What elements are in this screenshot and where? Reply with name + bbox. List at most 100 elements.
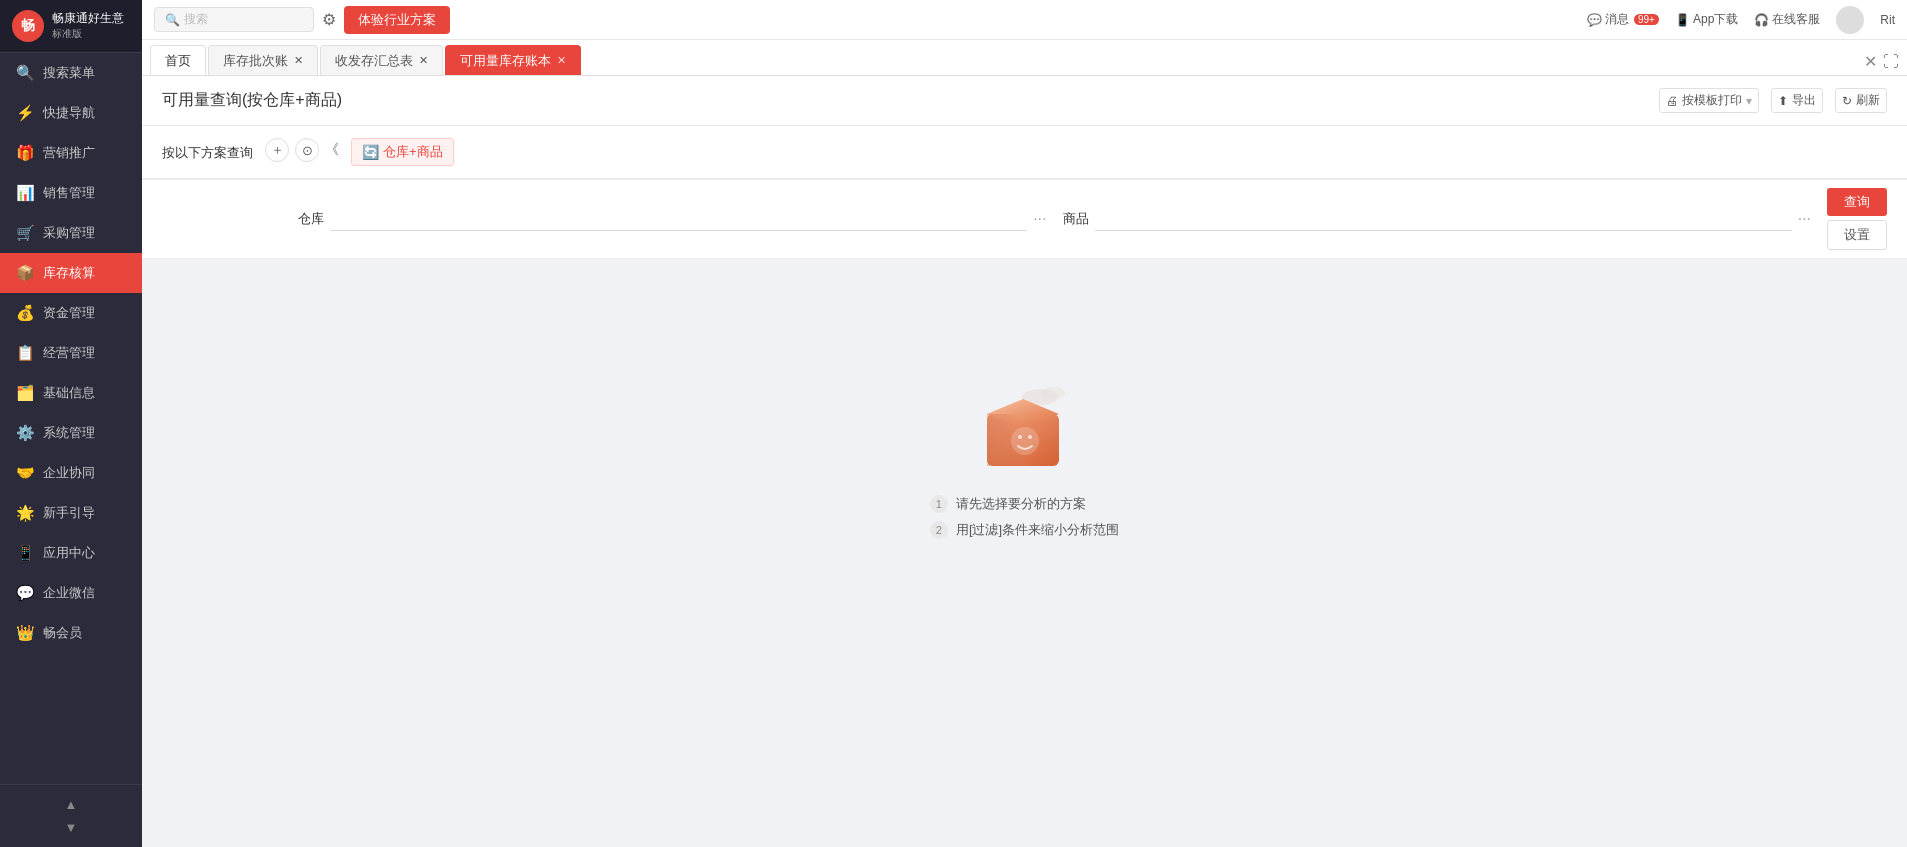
query-actions: 查询 设置 [1827, 188, 1887, 250]
sidebar-item-enterprise[interactable]: 🤝 企业协同 [0, 453, 142, 493]
topbar-actions-group: 💬 消息 99+ 📱 App下载 🎧 在线客服 Rit [1587, 6, 1895, 34]
scheme-warehouse-goods-label: 仓库+商品 [383, 143, 443, 161]
export-label: 导出 [1792, 92, 1816, 109]
tab-available-ledger-close[interactable]: ✕ [557, 54, 566, 67]
shortcut-icon: ⚡ [16, 104, 35, 122]
template-print-btn[interactable]: 🖨 按模板打印 ▾ [1659, 88, 1759, 113]
sidebar-item-member[interactable]: 👑 畅会员 [0, 613, 142, 653]
member-icon: 👑 [16, 624, 35, 642]
app-download-action[interactable]: 📱 App下载 [1675, 11, 1738, 28]
tab-home-label: 首页 [165, 52, 191, 70]
add-scheme-btn[interactable]: ＋ [265, 138, 289, 162]
search-menu-icon: 🔍 [16, 64, 35, 82]
warehouse-more-btn[interactable]: ··· [1033, 210, 1046, 228]
sidebar-item-label-search: 搜索菜单 [43, 64, 95, 82]
svg-point-7 [1028, 435, 1032, 439]
sidebar-item-finance[interactable]: 💰 资金管理 [0, 293, 142, 333]
sidebar-logo: 畅 畅康通好生意 标准版 [0, 0, 142, 53]
sidebar-item-marketing[interactable]: 🎁 营销推广 [0, 133, 142, 173]
print-dropdown-icon: ▾ [1746, 94, 1752, 108]
empty-state: 1 请先选择要分析的方案 2 用[过滤]条件来缩小分析范围 [142, 259, 1907, 659]
sidebar-item-apps[interactable]: 📱 应用中心 [0, 533, 142, 573]
sidebar-item-purchase[interactable]: 🛒 采购管理 [0, 213, 142, 253]
goods-more-btn[interactable]: ··· [1798, 210, 1811, 228]
message-icon: 💬 [1587, 13, 1602, 27]
page-content: 可用量查询(按仓库+商品) 🖨 按模板打印 ▾ ⬆ 导出 ↻ 刷新 [142, 76, 1907, 847]
sidebar-item-shortcut[interactable]: ⚡ 快捷导航 [0, 93, 142, 133]
sidebar-item-sales[interactable]: 📊 销售管理 [0, 173, 142, 213]
query-settings-btn[interactable]: 设置 [1827, 220, 1887, 250]
sidebar-item-newbie[interactable]: 🌟 新手引导 [0, 493, 142, 533]
query-submit-btn[interactable]: 查询 [1827, 188, 1887, 216]
sidebar-item-label-member: 畅会员 [43, 624, 82, 642]
tab-expand-btn[interactable]: ⛶ [1883, 53, 1899, 71]
topbar-gear-icon[interactable]: ⚙ [322, 10, 336, 29]
sidebar-scroll-up-btn[interactable]: ▲ [0, 793, 142, 816]
goods-label: 商品 [1063, 210, 1089, 228]
basic-icon: 🗂️ [16, 384, 35, 402]
sidebar: 畅 畅康通好生意 标准版 🔍 搜索菜单 ⚡ 快捷导航 🎁 营销推广 📊 销售管理… [0, 0, 142, 847]
enterprise-icon: 🤝 [16, 464, 35, 482]
empty-state-illustration [965, 379, 1085, 479]
tab-collect-ledger[interactable]: 收发存汇总表 ✕ [320, 45, 443, 75]
tab-batch-ledger[interactable]: 库存批次账 ✕ [208, 45, 318, 75]
warehouse-label: 仓库 [298, 210, 324, 228]
goods-field: 商品 ··· [1063, 207, 1812, 231]
tab-home[interactable]: 首页 [150, 45, 206, 75]
scheme-settings-btn[interactable]: ⊙ [295, 138, 319, 162]
filter-label: 按以下方案查询 [162, 138, 253, 162]
warehouse-input[interactable] [330, 207, 1027, 231]
filter-collapse-btn[interactable]: 《 [325, 141, 339, 159]
app-logo-text-group: 畅康通好生意 标准版 [52, 11, 124, 41]
print-icon: 🖨 [1666, 94, 1678, 108]
sidebar-item-label-finance: 资金管理 [43, 304, 95, 322]
topbar-username: Rit [1880, 13, 1895, 27]
sidebar-scroll-down-btn[interactable]: ▼ [0, 816, 142, 839]
industry-solution-btn[interactable]: 体验行业方案 [344, 6, 450, 34]
finance-icon: 💰 [16, 304, 35, 322]
svg-point-5 [1011, 427, 1039, 455]
refresh-btn[interactable]: ↻ 刷新 [1835, 88, 1887, 113]
apps-icon: 📱 [16, 544, 35, 562]
tab-collect-ledger-close[interactable]: ✕ [419, 54, 428, 67]
goods-input[interactable] [1095, 207, 1792, 231]
scheme-item-warehouse-goods[interactable]: 🔄 仓库+商品 [351, 138, 454, 166]
tab-close-all-btn[interactable]: ✕ [1864, 52, 1877, 71]
page-header-actions: 🖨 按模板打印 ▾ ⬆ 导出 ↻ 刷新 [1659, 88, 1887, 113]
filter-section: 按以下方案查询 ＋ ⊙ 《 🔄 仓库+商品 仓库 [142, 126, 1907, 259]
tab-collect-ledger-label: 收发存汇总表 [335, 52, 413, 70]
svg-point-6 [1018, 435, 1022, 439]
tabs-right-controls: ✕ ⛶ [1864, 52, 1899, 75]
message-action[interactable]: 💬 消息 99+ [1587, 11, 1659, 28]
step1-text: 请先选择要分析的方案 [956, 495, 1086, 513]
warehouse-field: 仓库 ··· [298, 207, 1047, 231]
export-btn[interactable]: ⬆ 导出 [1771, 88, 1823, 113]
empty-state-steps: 1 请先选择要分析的方案 2 用[过滤]条件来缩小分析范围 [930, 495, 1119, 539]
sidebar-item-basic[interactable]: 🗂️ 基础信息 [0, 373, 142, 413]
step1-num: 1 [930, 495, 948, 513]
app-edition-badge: 标准版 [52, 27, 124, 41]
sidebar-item-system[interactable]: ⚙️ 系统管理 [0, 413, 142, 453]
app-logo-icon: 畅 [12, 10, 44, 42]
empty-state-step2: 2 用[过滤]条件来缩小分析范围 [930, 521, 1119, 539]
online-service-action[interactable]: 🎧 在线客服 [1754, 11, 1820, 28]
tab-available-ledger-label: 可用量库存账本 [460, 52, 551, 70]
scheme-warehouse-goods-icon: 🔄 [362, 144, 379, 160]
sidebar-item-label-sales: 销售管理 [43, 184, 95, 202]
sidebar-item-inventory[interactable]: 📦 库存核算 [0, 253, 142, 293]
sidebar-item-wechat[interactable]: 💬 企业微信 [0, 573, 142, 613]
wechat-icon: 💬 [16, 584, 35, 602]
sidebar-item-label-apps: 应用中心 [43, 544, 95, 562]
message-badge: 99+ [1634, 14, 1659, 25]
page-header: 可用量查询(按仓库+商品) 🖨 按模板打印 ▾ ⬆ 导出 ↻ 刷新 [142, 76, 1907, 126]
tab-batch-ledger-close[interactable]: ✕ [294, 54, 303, 67]
topbar-search-box[interactable]: 🔍 搜索 [154, 7, 314, 32]
sidebar-item-search[interactable]: 🔍 搜索菜单 [0, 53, 142, 93]
user-avatar[interactable] [1836, 6, 1864, 34]
online-service-label: 在线客服 [1772, 11, 1820, 28]
app-download-label: App下载 [1693, 11, 1738, 28]
filter-scheme-controls: ＋ ⊙ 《 [265, 138, 339, 162]
sidebar-item-operations[interactable]: 📋 经营管理 [0, 333, 142, 373]
sidebar-bottom: ▲ ▼ [0, 784, 142, 847]
tab-available-ledger[interactable]: 可用量库存账本 ✕ [445, 45, 581, 75]
